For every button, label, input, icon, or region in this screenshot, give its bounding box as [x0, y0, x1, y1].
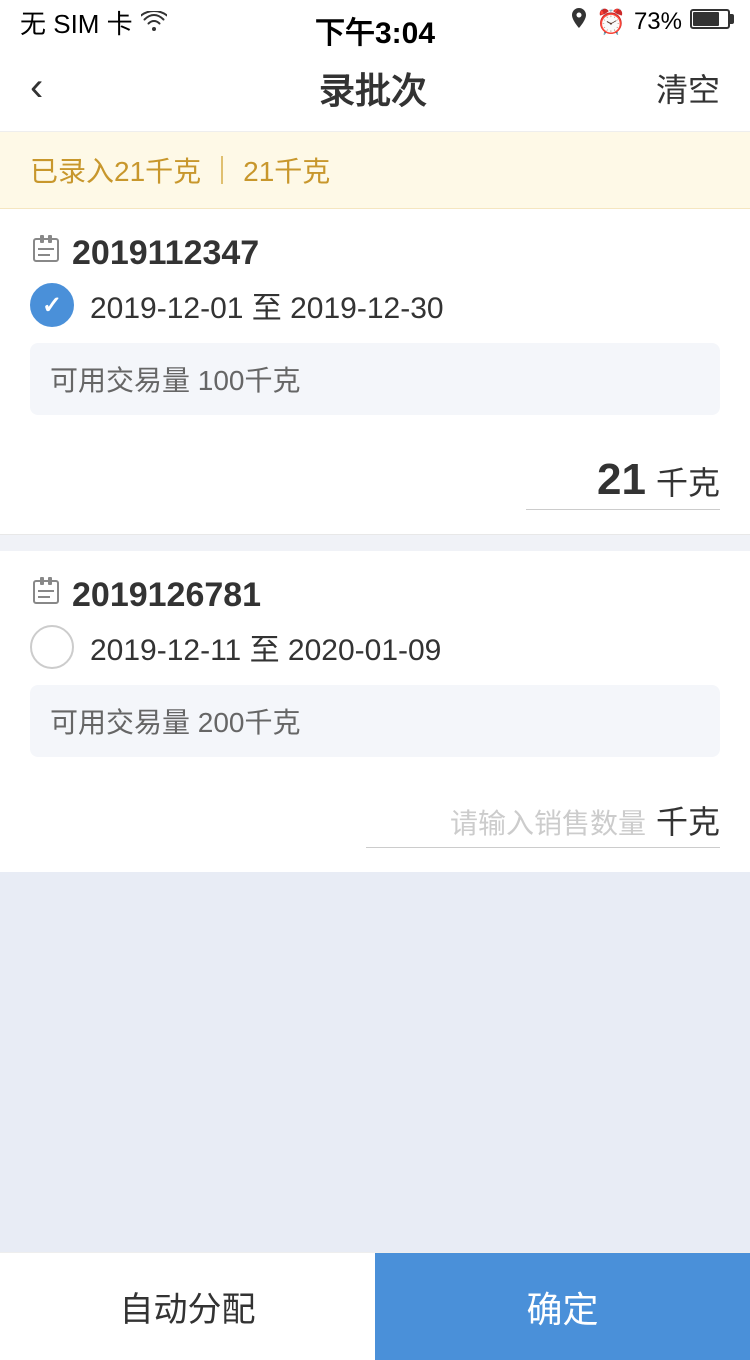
batch-card-1: 2019112347 2019-12-01 至 2019-12-30 可用交易量… [0, 209, 750, 534]
page-title: 录批次 [319, 62, 427, 114]
recorded-info: 已录入21千克 [30, 150, 201, 190]
quantity-underline-1: 千克 [526, 455, 720, 510]
alarm-icon: ⏰ [596, 8, 626, 37]
batch-header-1: 2019112347 [30, 233, 720, 273]
batch-avail-1: 可用交易量 100千克 [30, 343, 720, 415]
quantity-input-2[interactable] [366, 808, 646, 840]
back-button[interactable]: ‹ [30, 65, 90, 110]
batch-item-1: 2019112347 2019-12-01 至 2019-12-30 可用交易量… [0, 209, 750, 415]
info-bar: 已录入21千克 21千克 [0, 132, 750, 209]
clear-button[interactable]: 清空 [656, 65, 720, 111]
status-right: ⏰ 73% [570, 8, 730, 37]
battery-icon [690, 8, 730, 36]
total-info: 21千克 [243, 150, 330, 190]
quantity-unit-1: 千克 [656, 458, 720, 504]
batch-radio-1[interactable] [30, 283, 74, 327]
empty-area [0, 872, 750, 1252]
info-divider [221, 156, 223, 184]
quantity-row-1: 千克 [0, 435, 750, 534]
batch-date-row-1: 2019-12-01 至 2019-12-30 [30, 283, 720, 327]
batch-card-2: 2019126781 2019-12-11 至 2020-01-09 可用交易量… [0, 551, 750, 872]
wifi-icon [141, 7, 167, 38]
batch-radio-2[interactable] [30, 625, 74, 669]
batch-date-1: 2019-12-01 至 2019-12-30 [90, 283, 444, 327]
auto-distribute-button[interactable]: 自动分配 [0, 1253, 375, 1360]
confirm-button[interactable]: 确定 [375, 1253, 750, 1360]
batch-id-1: 2019112347 [72, 234, 259, 273]
batch-date-row-2: 2019-12-11 至 2020-01-09 [30, 625, 720, 669]
bottom-bar: 自动分配 确定 [0, 1252, 750, 1360]
batch-item-2: 2019126781 2019-12-11 至 2020-01-09 可用交易量… [0, 551, 750, 757]
batch-avail-2: 可用交易量 200千克 [30, 685, 720, 757]
status-bar: 无 SIM 卡 下午3:04 ⏰ 73% [0, 0, 750, 44]
status-time: 下午3:04 [315, 8, 435, 52]
quantity-unit-2: 千克 [656, 797, 720, 843]
sim-status: 无 SIM 卡 [20, 4, 133, 41]
batch-icon-2 [30, 575, 62, 615]
status-left: 无 SIM 卡 [20, 4, 167, 41]
batch-icon-1 [30, 233, 62, 273]
batch-header-2: 2019126781 [30, 575, 720, 615]
quantity-underline-2: 千克 [366, 797, 720, 848]
quantity-input-1[interactable] [526, 455, 646, 505]
nav-bar: ‹ 录批次 清空 [0, 44, 750, 132]
battery-percent: 73% [634, 8, 682, 36]
section-gap [0, 535, 750, 551]
quantity-row-2: 千克 [0, 777, 750, 872]
batch-date-2: 2019-12-11 至 2020-01-09 [90, 625, 441, 669]
location-icon [570, 8, 588, 37]
batch-id-2: 2019126781 [72, 576, 261, 615]
